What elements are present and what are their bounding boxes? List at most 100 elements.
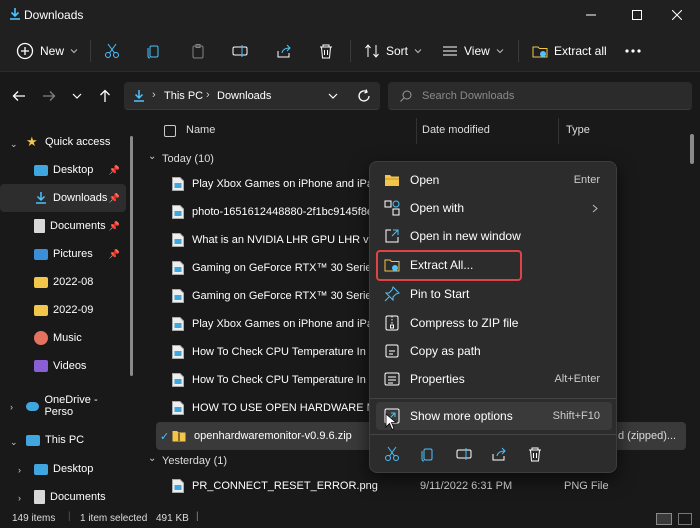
copy-icon[interactable] (420, 446, 436, 462)
sidebar-item-label: OneDrive - Perso (44, 394, 98, 418)
sidebar-item-this-pc[interactable]: This PC (0, 426, 126, 454)
menu-item-pin-to-start[interactable]: Pin to Start (376, 280, 612, 308)
file-name: openhardwaremonitor-v0.9.6.zip (194, 430, 352, 442)
sidebar-item-downloads[interactable]: Downloads 📌 (0, 184, 126, 212)
menu-item-show-more-options[interactable]: Show more options Shift+F10 (376, 402, 612, 430)
paste-button[interactable] (190, 30, 206, 72)
file-name: How To Check CPU Temperature In Wi (192, 346, 382, 358)
downloads-icon (10, 8, 20, 20)
search-icon (400, 90, 412, 102)
tiles-view-button[interactable] (678, 513, 692, 525)
image-file-icon (172, 261, 184, 275)
sidebar-item-quick-access[interactable]: ★ Quick access (0, 128, 126, 156)
chevron-down-icon[interactable]: ⌄ (148, 453, 156, 464)
refresh-icon[interactable] (357, 89, 371, 103)
context-menu: Open Enter Open with Open in new window … (369, 161, 617, 473)
menu-item-label: Open (410, 173, 440, 187)
new-button[interactable]: New (16, 30, 78, 72)
breadcrumb-downloads[interactable]: Downloads (217, 90, 271, 102)
sidebar-item-2022-09[interactable]: 2022-09 (0, 296, 126, 324)
file-name: photo-1651612448880-2f1bc9145f8e (192, 206, 374, 218)
folder-open-icon (385, 175, 399, 186)
close-button[interactable] (654, 0, 700, 30)
checkmark-icon: ✓ (160, 430, 170, 443)
cut-button[interactable] (104, 30, 120, 72)
divider (518, 40, 519, 62)
pictures-icon (34, 248, 48, 260)
sidebar-item-onedrive[interactable]: OneDrive - Perso (0, 392, 126, 420)
image-file-icon (172, 177, 184, 191)
sidebar-item-music[interactable]: Music (0, 324, 126, 352)
recent-locations-chevron-icon[interactable] (72, 92, 82, 100)
rename-icon[interactable] (456, 446, 472, 462)
share-button[interactable] (276, 30, 292, 72)
group-header-yesterday[interactable]: Yesterday (1) (162, 455, 227, 467)
chevron-down-icon (496, 49, 504, 54)
pin-icon: 📌 (108, 220, 120, 231)
delete-button[interactable] (318, 30, 334, 72)
extract-all-label: Extract all (554, 44, 607, 58)
document-icon (34, 490, 45, 504)
group-header-today[interactable]: Today (10) (162, 153, 214, 165)
search-box[interactable]: Search Downloads (388, 82, 692, 110)
share-icon[interactable] (491, 446, 507, 462)
cut-icon[interactable] (384, 446, 400, 462)
sidebar-item-label: Desktop (53, 164, 94, 176)
rename-button[interactable] (232, 30, 248, 72)
sidebar-item-pc-documents[interactable]: Documents (0, 483, 126, 511)
sidebar-item-label: This PC (45, 434, 85, 446)
forward-arrow-icon[interactable] (42, 89, 56, 103)
sidebar-item-documents[interactable]: Documents 📌 (0, 212, 126, 240)
pin-icon: 📌 (108, 164, 120, 175)
menu-item-open-new-window[interactable]: Open in new window (376, 222, 612, 250)
file-row[interactable]: PR_CONNECT_RESET_ERROR.png 9/11/2022 6:3… (156, 472, 686, 500)
pin-icon: 📌 (108, 248, 120, 259)
breadcrumb-this-pc[interactable]: This PC (164, 90, 203, 102)
chevron-down-icon[interactable]: ⌄ (148, 151, 156, 162)
column-header-type[interactable]: Type (566, 124, 590, 136)
sidebar-item-label: 2022-09 (53, 304, 94, 316)
menu-item-compress-zip[interactable]: Compress to ZIP file (376, 309, 612, 337)
view-icon (443, 46, 457, 56)
menu-item-copy-as-path[interactable]: Copy as path (376, 337, 612, 365)
extract-all-button[interactable]: Extract all (532, 30, 607, 72)
up-arrow-icon[interactable] (98, 89, 112, 103)
file-type: PNG File (564, 480, 609, 492)
sidebar-item-pictures[interactable]: Pictures 📌 (0, 240, 126, 268)
more-options-button[interactable] (624, 30, 642, 72)
file-name: Play Xbox Games on iPhone and iPad (192, 318, 380, 330)
sidebar-item-label: Desktop (53, 463, 94, 475)
menu-item-properties[interactable]: Properties Alt+Enter (376, 365, 612, 393)
document-icon (34, 219, 45, 233)
column-header-date[interactable]: Date modified (422, 124, 490, 136)
sidebar-item-2022-08[interactable]: 2022-08 (0, 268, 126, 296)
rename-icon (232, 45, 248, 57)
file-name: HOW TO USE OPEN HARDWARE MON (192, 402, 393, 414)
menu-item-open[interactable]: Open Enter (376, 166, 612, 194)
copy-button[interactable] (146, 30, 162, 72)
address-bar[interactable]: › This PC › Downloads (124, 82, 380, 110)
sidebar-item-label: Documents (50, 220, 106, 232)
back-arrow-icon[interactable] (12, 89, 26, 103)
file-type: d (zipped)... (618, 430, 677, 442)
view-button[interactable]: View (442, 30, 504, 72)
sidebar-item-videos[interactable]: Videos (0, 352, 126, 380)
command-bar: New Sort View Extract all (0, 30, 700, 72)
sidebar-item-desktop[interactable]: Desktop 📌 (0, 156, 126, 184)
share-icon (277, 44, 291, 58)
sort-button[interactable]: Sort (364, 30, 422, 72)
column-header-name[interactable]: Name (186, 124, 215, 136)
sidebar-item-label: 2022-08 (53, 276, 94, 288)
sidebar-item-pc-desktop[interactable]: Desktop (0, 455, 126, 483)
file-list-scrollbar[interactable] (690, 134, 694, 164)
trash-icon[interactable] (527, 446, 543, 462)
sidebar-item-label: Music (53, 332, 82, 344)
select-all-checkbox[interactable] (164, 125, 176, 137)
image-file-icon (172, 401, 184, 415)
address-history-chevron-icon[interactable] (328, 92, 338, 100)
menu-item-shortcut: Alt+Enter (554, 373, 600, 385)
sidebar-scrollbar[interactable] (130, 136, 133, 376)
menu-item-open-with[interactable]: Open with (376, 194, 612, 222)
minimize-button[interactable] (568, 0, 614, 30)
details-view-button[interactable] (656, 513, 672, 525)
